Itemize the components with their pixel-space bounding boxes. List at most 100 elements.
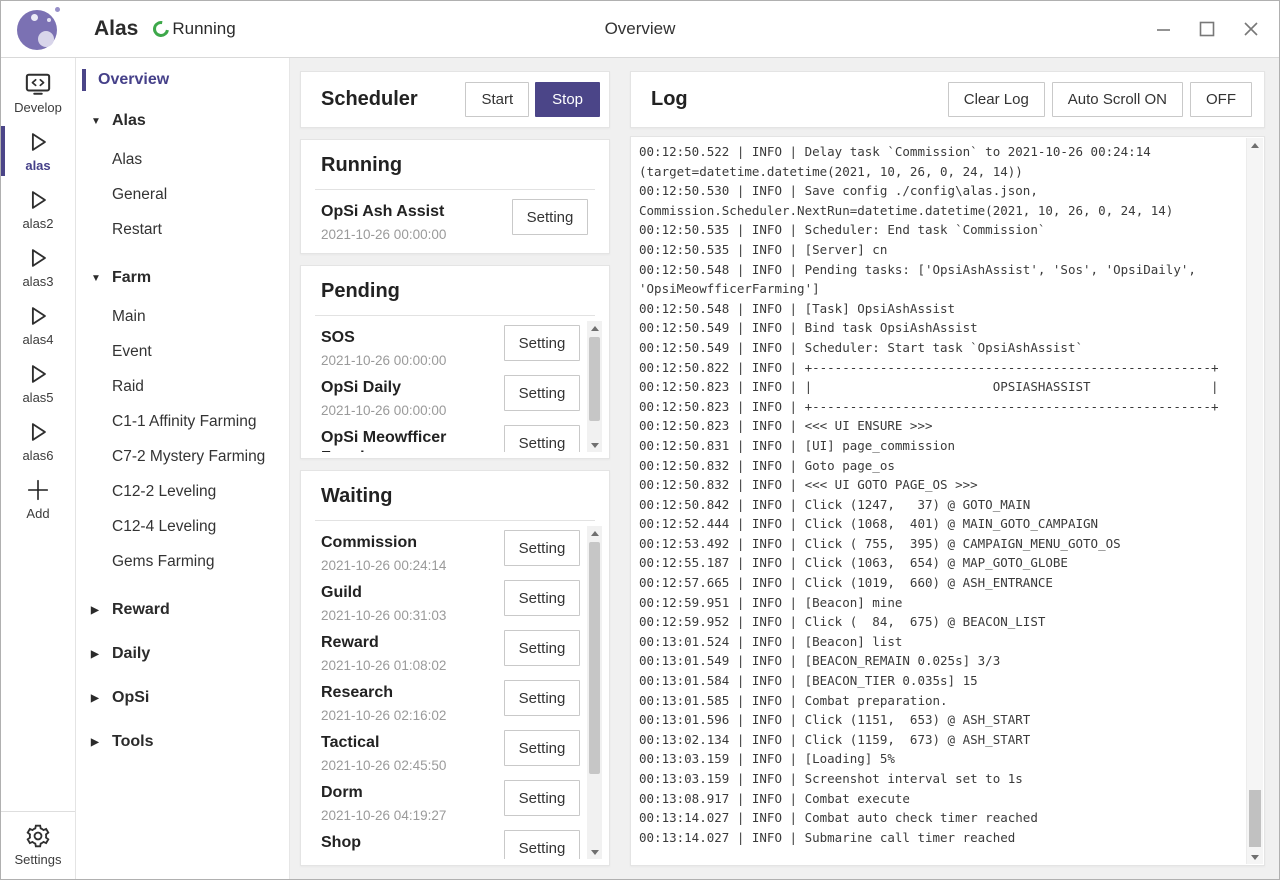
task-name: SOS	[321, 328, 501, 348]
log-panel: 00:12:50.522 | INFO | Delay task `Commis…	[630, 136, 1265, 866]
maximize-icon[interactable]	[1199, 21, 1215, 37]
rail-item-develop[interactable]: Develop	[1, 66, 75, 124]
task-row: Research2021-10-26 02:16:02Setting	[321, 676, 502, 726]
nav-section-daily[interactable]: ▶Daily	[76, 632, 289, 676]
rail-item-alas3[interactable]: alas3	[1, 240, 75, 298]
nav-item-general[interactable]: General	[76, 178, 289, 213]
play-icon	[25, 361, 51, 387]
close-icon[interactable]	[1243, 21, 1259, 37]
play-icon	[25, 245, 51, 271]
triangle-right-icon: ▶	[91, 737, 102, 748]
task-name: Commission	[321, 533, 501, 553]
scroll-up-icon[interactable]	[1247, 138, 1263, 152]
rail-item-label: Settings	[15, 852, 62, 867]
plus-icon	[25, 477, 51, 503]
rail-item-label: alas5	[22, 390, 53, 405]
log-header-card: Log Clear Log Auto Scroll ON OFF	[630, 71, 1265, 128]
alas-logo-icon	[17, 6, 61, 52]
nav-item-main[interactable]: Main	[76, 300, 289, 335]
nav-item-restart[interactable]: Restart	[76, 213, 289, 248]
task-name: OpSi Daily	[321, 378, 501, 398]
main-area: Developalasalas2alas3alas4alas5alas6Add …	[1, 58, 1279, 880]
waiting-title: Waiting	[301, 485, 609, 508]
app-window: Alas Running Overview Developalasalas2al…	[0, 0, 1280, 880]
nav-item-alas[interactable]: Alas	[76, 143, 289, 178]
nav-item-c12-4-leveling[interactable]: C12-4 Leveling	[76, 510, 289, 545]
rail-item-settings[interactable]: Settings	[1, 818, 75, 876]
task-setting-button[interactable]: Setting	[504, 530, 580, 566]
nav-section-opsi[interactable]: ▶OpSi	[76, 676, 289, 720]
scroll-down-icon[interactable]	[587, 845, 602, 859]
rail-item-alas2[interactable]: alas2	[1, 182, 75, 240]
auto-scroll-off-button[interactable]: OFF	[1190, 82, 1252, 117]
task-setting-button[interactable]: Setting	[504, 680, 580, 716]
task-setting-button[interactable]: Setting	[504, 630, 580, 666]
task-next-run-time: 2021-10-26 00:31:03	[321, 608, 502, 623]
rail-item-alas6[interactable]: alas6	[1, 414, 75, 472]
scrollbar-thumb[interactable]	[1249, 790, 1261, 847]
nav-item-c7-2-mystery-farming[interactable]: C7-2 Mystery Farming	[76, 440, 289, 475]
triangle-down-icon: ▼	[91, 273, 102, 284]
task-setting-button[interactable]: Setting	[504, 375, 580, 411]
nav-item-event[interactable]: Event	[76, 335, 289, 370]
start-button[interactable]: Start	[465, 82, 529, 117]
clear-log-button[interactable]: Clear Log	[948, 82, 1045, 117]
running-card: Running OpSi Ash Assist2021-10-26 00:00:…	[300, 139, 610, 254]
running-viewport: OpSi Ash Assist2021-10-26 00:00:00Settin…	[301, 195, 602, 247]
scroll-up-icon[interactable]	[587, 526, 602, 540]
task-setting-button[interactable]: Setting	[504, 780, 580, 816]
title-bar: Alas Running Overview	[1, 1, 1279, 58]
task-name: Shop	[321, 833, 501, 853]
task-row: Guild2021-10-26 00:31:03Setting	[321, 576, 502, 626]
scrollbar-thumb[interactable]	[589, 542, 600, 774]
task-setting-button[interactable]: Setting	[504, 325, 580, 361]
nav-section-farm[interactable]: ▼ Farm	[76, 256, 289, 300]
activity-rail-list: Developalasalas2alas3alas4 alas5 alas6Add	[1, 66, 75, 530]
play-icon	[25, 303, 51, 329]
nav-item-c12-2-leveling[interactable]: C12-2 Leveling	[76, 475, 289, 510]
task-row: SOS2021-10-26 00:00:00Setting	[321, 321, 502, 371]
task-setting-button[interactable]: Setting	[504, 830, 580, 859]
nav-section-label: Farm	[112, 269, 151, 287]
log-scrollbar[interactable]	[1246, 138, 1263, 864]
nav-item-overview[interactable]: Overview	[76, 70, 289, 90]
nav-item-c1-1-affinity-farming[interactable]: C1-1 Affinity Farming	[76, 405, 289, 440]
rail-item-alas[interactable]: alas	[1, 124, 75, 182]
scroll-down-icon[interactable]	[1247, 850, 1263, 864]
stop-button[interactable]: Stop	[535, 82, 600, 117]
task-row: Dorm2021-10-26 04:19:27Setting	[321, 776, 502, 826]
nav-section-alas[interactable]: ▼Alas	[76, 99, 289, 143]
pending-scrollbar[interactable]	[587, 321, 602, 452]
rail-item-add[interactable]: Add	[1, 472, 75, 530]
task-row: Tactical2021-10-26 02:45:50Setting	[321, 726, 502, 776]
auto-scroll-on-button[interactable]: Auto Scroll ON	[1052, 82, 1183, 117]
scroll-down-icon[interactable]	[587, 438, 602, 452]
task-setting-button[interactable]: Setting	[504, 730, 580, 766]
play-icon	[25, 187, 51, 213]
task-row: OpSi Daily2021-10-26 00:00:00Setting	[321, 371, 502, 421]
rail-item-alas4[interactable]: alas4	[1, 298, 75, 356]
task-name: Guild	[321, 583, 501, 603]
rail-item-alas5[interactable]: alas5	[1, 356, 75, 414]
waiting-scrollbar[interactable]	[587, 526, 602, 859]
task-name: Reward	[321, 633, 501, 653]
task-next-run-time: 2021-10-26 04:19:27	[321, 808, 502, 823]
task-next-run-time: 2021-10-26 02:45:50	[321, 758, 502, 773]
task-next-run-time: 2021-10-26 01:08:02	[321, 658, 502, 673]
app-name: Alas	[94, 17, 138, 41]
minimize-icon[interactable]	[1155, 21, 1171, 37]
nav-section-label: Alas	[112, 112, 146, 130]
scrollbar-thumb[interactable]	[589, 337, 600, 421]
nav-item-raid[interactable]: Raid	[76, 370, 289, 405]
nav-item-gems-farming[interactable]: Gems Farming	[76, 545, 289, 580]
task-name: Tactical	[321, 733, 501, 753]
task-row: Reward2021-10-26 01:08:02Setting	[321, 626, 502, 676]
nav-section-tools[interactable]: ▶Tools	[76, 720, 289, 764]
task-column: Scheduler Start Stop Running OpSi Ash As…	[290, 58, 620, 880]
nav-section-reward[interactable]: ▶Reward	[76, 588, 289, 632]
task-setting-button[interactable]: Setting	[504, 425, 580, 452]
pending-task-list: SOS2021-10-26 00:00:00SettingOpSi Daily2…	[321, 321, 602, 452]
task-setting-button[interactable]: Setting	[504, 580, 580, 616]
scroll-up-icon[interactable]	[587, 321, 602, 335]
task-setting-button[interactable]: Setting	[512, 199, 588, 235]
